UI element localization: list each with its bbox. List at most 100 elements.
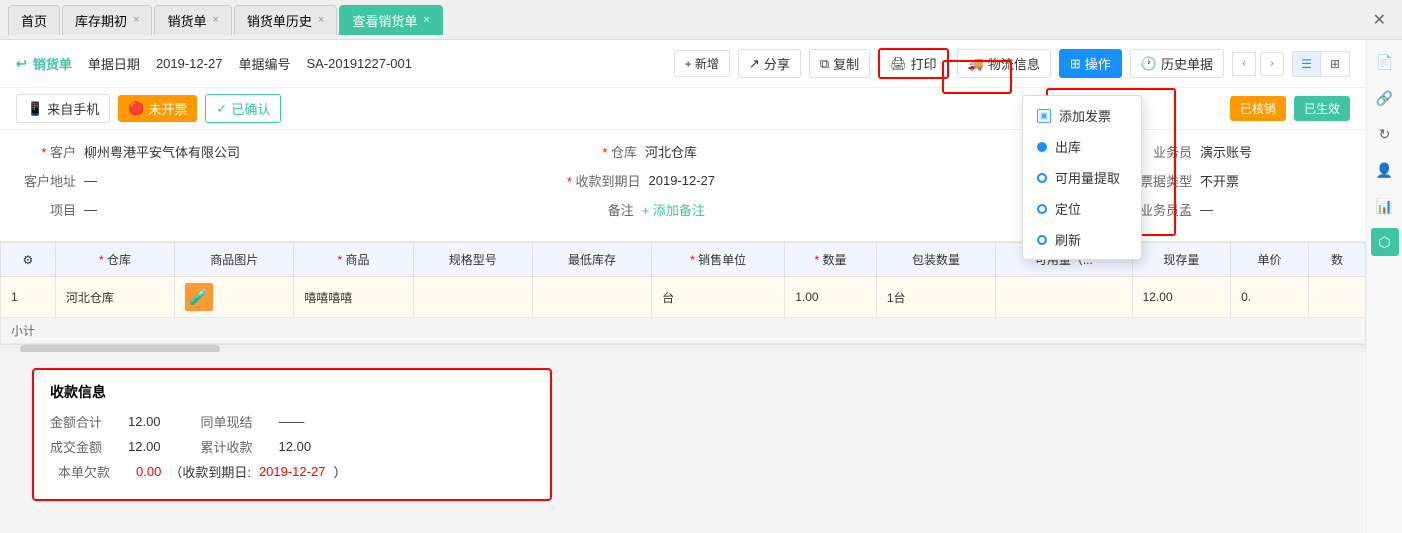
add-invoice-icon: ▣: [1037, 109, 1051, 123]
row-unit: 台: [652, 277, 785, 318]
row-quantity: 1.00: [785, 277, 877, 318]
warehouse-value[interactable]: 河北仓库: [645, 142, 795, 161]
sidebar-refresh-icon[interactable]: ↻: [1371, 120, 1399, 148]
row-available: [996, 277, 1133, 318]
row-warehouse[interactable]: 河北仓库: [55, 277, 174, 318]
col-unit: 销售单位: [652, 243, 785, 277]
grid-view-button[interactable]: ⊞: [1321, 52, 1349, 76]
col-extra: 数: [1308, 243, 1365, 277]
row-product[interactable]: 嘻嘻嘻嘻: [294, 277, 413, 318]
transaction-label: 成交金额: [50, 437, 120, 456]
add-note-button[interactable]: + 添加备注: [642, 200, 792, 219]
payment-section: 收款信息 金额合计 12.00 同单现结 —— 成交金额: [0, 352, 1366, 517]
main-area: ↩ 销货单 单据日期 2019-12-27 单据编号 SA-20191227-0…: [0, 40, 1402, 533]
sales-employee-value[interactable]: —: [1200, 202, 1350, 217]
logistics-button[interactable]: 🚚 物流信息: [957, 49, 1051, 78]
due-date-text: （收款到期日:: [169, 462, 251, 481]
tab-inventory[interactable]: 库存期初 ×: [62, 5, 152, 35]
view-toggle: ☰ ⊞: [1292, 51, 1350, 77]
doc-number-label: 单据编号: [238, 54, 290, 73]
print-button[interactable]: 🖨 打印: [878, 48, 949, 79]
list-view-button[interactable]: ☰: [1293, 52, 1321, 76]
col-product: 商品: [294, 243, 413, 277]
payment-date-value[interactable]: 2019-12-27: [649, 173, 799, 188]
doc-header: ↩ 销货单 单据日期 2019-12-27 单据编号 SA-20191227-0…: [0, 40, 1366, 88]
accumulated-item: 累计收款 12.00: [201, 437, 312, 456]
row-price: 0.: [1231, 277, 1309, 318]
dropdown-refresh[interactable]: 刷新: [1023, 224, 1141, 255]
form-row-1: 客户 柳州粤港平安气体有限公司 仓库 河北仓库 业务员 演示账号: [16, 142, 1350, 161]
product-table: ⚙ 仓库 商品图片 商品 规格型号 最低库存 销售单位 数量 包装数量 可用量（…: [0, 242, 1366, 344]
current-due-item: 本单欠款 0.00 （收款到期日: 2019-12-27 ）: [50, 462, 346, 481]
copy-icon: ⧉: [820, 56, 829, 72]
history-button[interactable]: 🕐 历史单据: [1130, 49, 1224, 78]
tab-close-view-sales[interactable]: ×: [423, 14, 429, 26]
doc-date-value: 2019-12-27: [156, 56, 223, 71]
horizontal-scrollbar[interactable]: [0, 344, 1366, 352]
tab-view-sales[interactable]: 查看销货单 ×: [339, 5, 442, 35]
payment-row-3: 本单欠款 0.00 （收款到期日: 2019-12-27 ）: [50, 462, 534, 481]
sidebar-doc-icon[interactable]: 📄: [1371, 48, 1399, 76]
sidebar-expand-icon[interactable]: ⬡: [1371, 228, 1399, 256]
employee-value[interactable]: 演示账号: [1200, 142, 1350, 161]
sidebar-link-icon[interactable]: 🔗: [1371, 84, 1399, 112]
locate-dot-icon: [1037, 204, 1047, 214]
address-value[interactable]: —: [84, 173, 234, 188]
copy-button[interactable]: ⧉ 复制: [809, 49, 870, 78]
tab-close-sales-history[interactable]: ×: [318, 14, 324, 26]
close-window-button[interactable]: ✕: [1365, 10, 1394, 30]
col-quantity: 数量: [785, 243, 877, 277]
effective-status-button[interactable]: 已生效: [1294, 96, 1350, 121]
prev-arrow[interactable]: ‹: [1232, 52, 1256, 76]
confirm-button[interactable]: ✓ 已确认: [205, 94, 281, 123]
total-amount-label: 金额合计: [50, 412, 120, 431]
tab-sales[interactable]: 销货单 ×: [154, 5, 231, 35]
operation-dropdown: ▣ 添加发票 出库 可用量提取 定位 刷新: [1022, 95, 1142, 260]
tab-close-sales[interactable]: ×: [212, 14, 218, 26]
tab-sales-history[interactable]: 销货单历史 ×: [234, 5, 337, 35]
scroll-thumb[interactable]: [20, 345, 220, 352]
form-area: 客户 柳州粤港平安气体有限公司 仓库 河北仓库 业务员 演示账号 客户地址 — …: [0, 130, 1366, 242]
customer-value[interactable]: 柳州粤港平安气体有限公司: [84, 142, 240, 161]
project-value[interactable]: —: [84, 202, 234, 217]
payment-row-1: 金额合计 12.00 同单现结 ——: [50, 412, 534, 431]
dropdown-add-invoice[interactable]: ▣ 添加发票: [1023, 100, 1141, 131]
new-button[interactable]: + 新增: [674, 50, 730, 77]
available-dot-icon: [1037, 173, 1047, 183]
address-label: 客户地址: [16, 171, 76, 190]
content-area: ↩ 销货单 单据日期 2019-12-27 单据编号 SA-20191227-0…: [0, 40, 1366, 533]
transaction-value: 12.00: [128, 439, 161, 454]
col-min-stock: 最低库存: [532, 243, 651, 277]
dropdown-available[interactable]: 可用量提取: [1023, 162, 1141, 193]
row-extra: [1308, 277, 1365, 318]
share-button[interactable]: ↗ 分享: [738, 49, 801, 78]
payment-row-2: 成交金额 12.00 累计收款 12.00: [50, 437, 534, 456]
confirm-icon: ✓: [216, 101, 227, 117]
row-spec: [413, 277, 532, 318]
dropdown-locate[interactable]: 定位: [1023, 193, 1141, 224]
ticket-type-value[interactable]: 不开票: [1200, 171, 1350, 190]
col-stock: 现存量: [1132, 243, 1231, 277]
dropdown-outbound[interactable]: 出库: [1023, 131, 1141, 162]
doc-meta: 单据日期 2019-12-27 单据编号 SA-20191227-001: [88, 54, 412, 73]
from-phone-button[interactable]: 📱 来自手机: [16, 94, 110, 123]
col-spec: 规格型号: [413, 243, 532, 277]
table-row: 1 河北仓库 🧪 嘻嘻嘻嘻 台 1.00: [1, 277, 1366, 318]
operation-button[interactable]: ⊞ 操作: [1059, 49, 1122, 78]
col-settings[interactable]: ⚙: [1, 243, 56, 277]
sidebar-chart-icon[interactable]: 📊: [1371, 192, 1399, 220]
doc-icon: ↩: [16, 56, 27, 72]
doc-title: ↩ 销货单: [16, 54, 72, 73]
next-arrow[interactable]: ›: [1260, 52, 1284, 76]
accumulated-value: 12.00: [279, 439, 312, 454]
row-pack-qty: 1台: [876, 277, 995, 318]
tab-close-inventory[interactable]: ×: [133, 14, 139, 26]
cancelled-status-button[interactable]: 已核销: [1230, 96, 1286, 121]
same-order-value: ——: [279, 414, 305, 429]
sidebar-user-icon[interactable]: 👤: [1371, 156, 1399, 184]
subtotal-label: 小计: [1, 318, 1366, 344]
operation-icon: ⊞: [1070, 56, 1081, 72]
unopened-button[interactable]: 🔴 未开票: [118, 95, 197, 122]
col-price: 单价: [1231, 243, 1309, 277]
tab-home[interactable]: 首页: [8, 5, 60, 35]
